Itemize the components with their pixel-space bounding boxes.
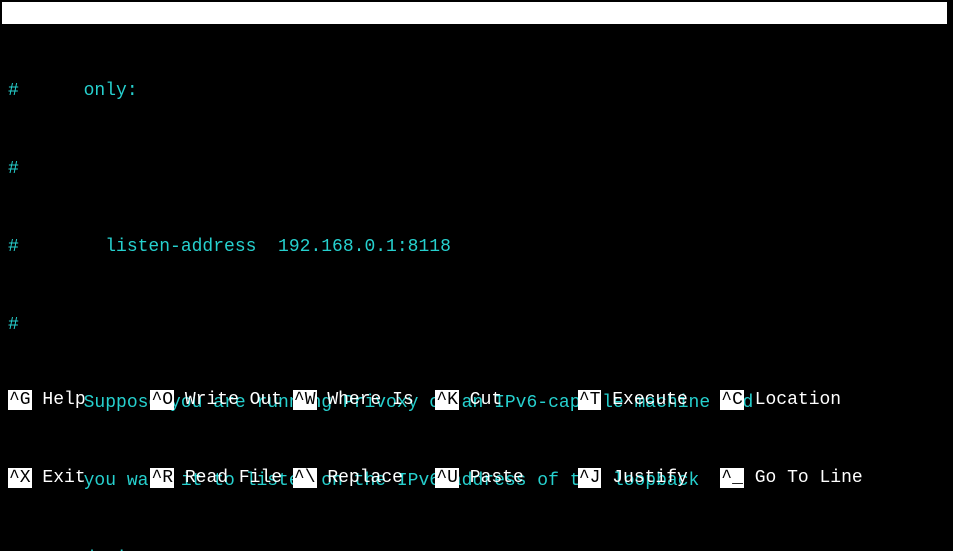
file-path: /etc/privoxy/config * <box>2 46 947 68</box>
shortcut-label: Justify <box>612 468 688 488</box>
shortcut-label: Paste <box>470 468 524 488</box>
shortcut-key[interactable]: ^X <box>8 468 32 488</box>
config-line: # listen-address 192.168.0.1:8118 <box>2 234 947 260</box>
shortcut-key[interactable]: ^T <box>578 390 602 410</box>
shortcut-key[interactable]: ^U <box>435 468 459 488</box>
config-line: # <box>2 156 947 182</box>
shortcut-key[interactable]: ^\ <box>293 468 317 488</box>
shortcut-key[interactable]: ^W <box>293 390 317 410</box>
shortcut-key[interactable]: ^K <box>435 390 459 410</box>
shortcut-bar: ^G Help ^O Write Out ^W Where Is ^K Cut … <box>2 335 947 543</box>
shortcut-key[interactable]: ^O <box>150 390 174 410</box>
config-line: # only: <box>2 78 947 104</box>
shortcut-key[interactable]: ^C <box>720 390 744 410</box>
shortcut-label: Read File <box>185 468 282 488</box>
shortcut-label: Go To Line <box>755 468 863 488</box>
shortcut-key[interactable]: ^_ <box>720 468 744 488</box>
shortcut-label: Cut <box>470 390 502 410</box>
shortcut-label: Execute <box>612 390 688 410</box>
shortcut-key[interactable]: ^J <box>578 468 602 488</box>
config-line: # device: <box>2 546 947 551</box>
shortcut-key[interactable]: ^R <box>150 468 174 488</box>
shortcut-label: Exit <box>42 468 85 488</box>
shortcut-label: Replace <box>327 468 403 488</box>
titlebar: GNU nano 5.4 /etc/privoxy/config * <box>2 2 947 24</box>
shortcut-label: Where Is <box>327 390 413 410</box>
shortcut-label: Help <box>42 390 85 410</box>
shortcut-row: ^G Help ^O Write Out ^W Where Is ^K Cut … <box>8 387 947 413</box>
shortcut-label: Write Out <box>185 390 282 410</box>
app-name: GNU nano 5.4 <box>12 24 142 46</box>
shortcut-key[interactable]: ^G <box>8 390 32 410</box>
shortcut-label: Location <box>755 390 841 410</box>
shortcut-row: ^X Exit ^R Read File ^\ Replace ^U Paste… <box>8 465 947 491</box>
terminal-window: GNU nano 5.4 /etc/privoxy/config * # onl… <box>0 0 949 547</box>
